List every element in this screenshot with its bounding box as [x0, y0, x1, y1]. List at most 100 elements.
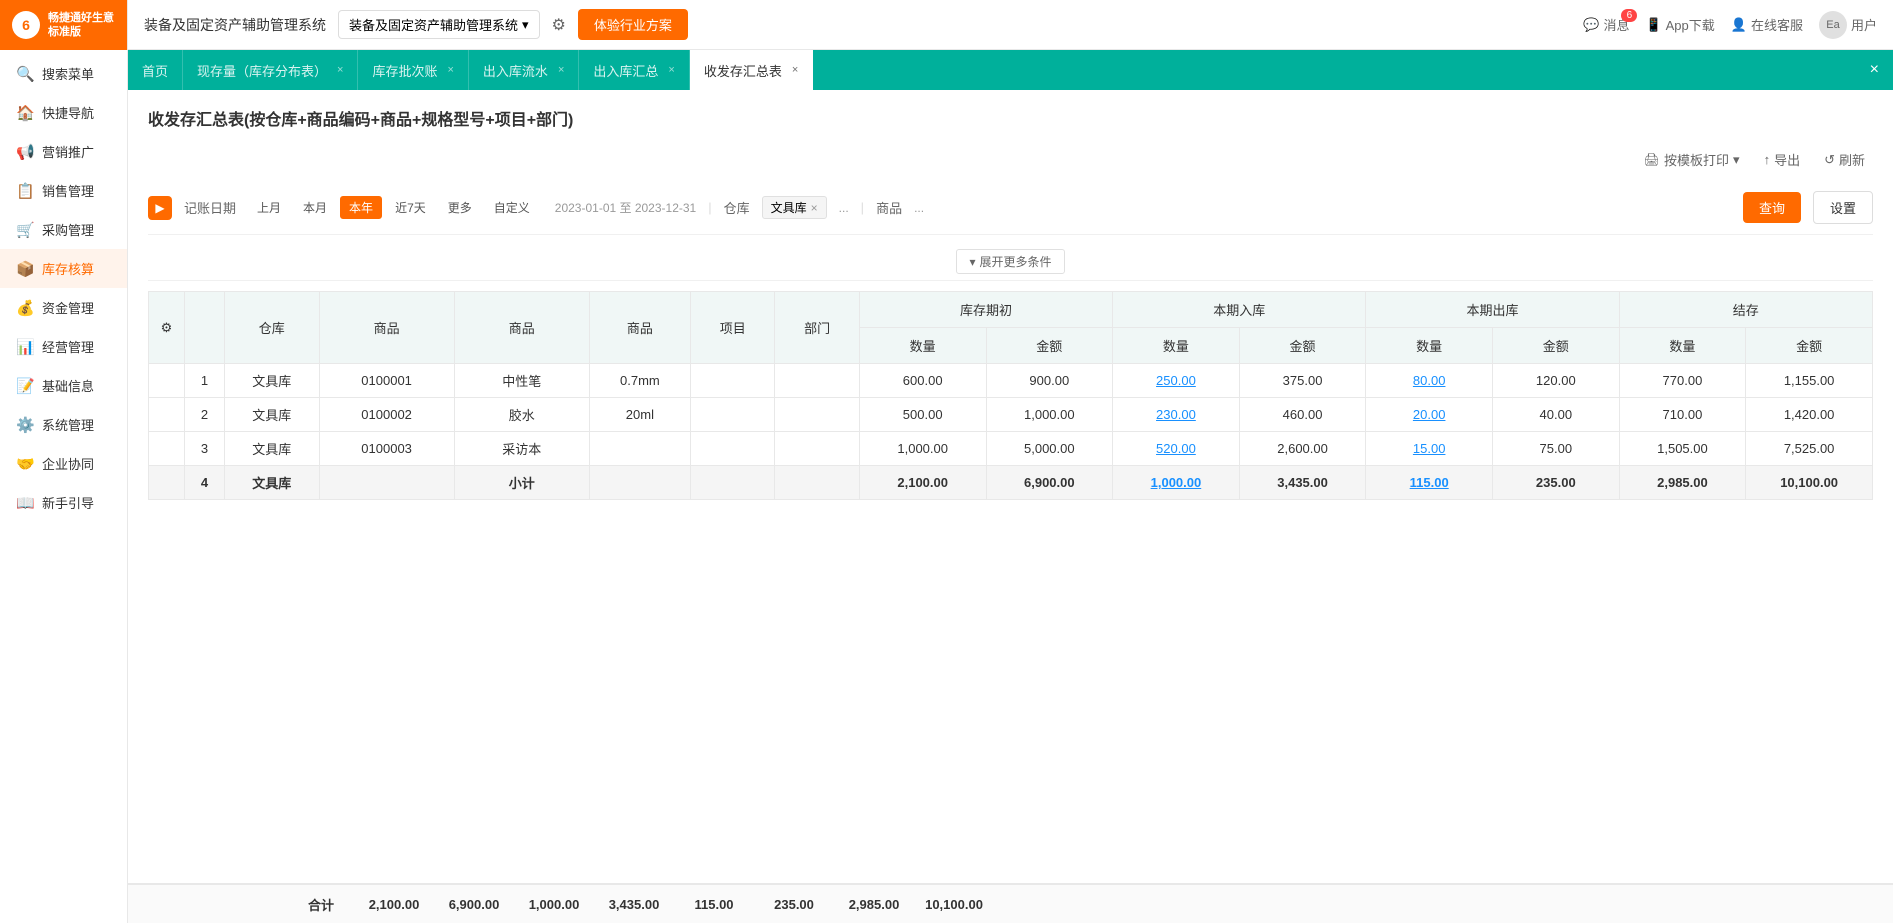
avatar: Ea — [1819, 11, 1847, 39]
cell-close-amt: 7,525.00 — [1746, 432, 1873, 466]
tab-close-flow[interactable]: × — [558, 64, 564, 76]
tab-close-batch[interactable]: × — [447, 64, 453, 76]
sidebar-item-finance[interactable]: 💰 资金管理 — [0, 288, 127, 327]
cell-out-qty: 80.00 — [1366, 364, 1493, 398]
cell-out-amt: 120.00 — [1493, 364, 1620, 398]
app-download-item[interactable]: 📱 App下载 — [1645, 15, 1714, 34]
sidebar-item-purchase[interactable]: 🛒 采购管理 — [0, 210, 127, 249]
sidebar-item-sales[interactable]: 📋 销售管理 — [0, 171, 127, 210]
tab-close-inventory[interactable]: × — [337, 64, 343, 76]
chevron-down-icon: ▾ — [522, 17, 529, 33]
sidebar-item-basic[interactable]: 📝 基础信息 — [0, 366, 127, 405]
filter-expand-arrow[interactable]: ▶ — [148, 196, 172, 220]
cell-name: 中性笔 — [454, 364, 589, 398]
tab-label-inventory: 现存量（库存分布表） — [197, 61, 327, 80]
online-service-item[interactable]: 👤 在线客服 — [1731, 15, 1803, 34]
cell-warehouse: 文具库 — [225, 466, 320, 500]
cell-close-qty: 710.00 — [1619, 398, 1746, 432]
tab-label-summary: 出入库汇总 — [593, 61, 658, 80]
user-item[interactable]: Ea 用户 — [1819, 11, 1877, 39]
search-icon: 🔍 — [16, 65, 34, 83]
tabbar-close-all[interactable]: × — [1856, 61, 1893, 79]
tab-inventory[interactable]: 现存量（库存分布表） × — [183, 50, 358, 90]
system-icon: ⚙️ — [16, 416, 34, 434]
sidebar-item-marketing[interactable]: 📢 营销推广 — [0, 132, 127, 171]
cell-spec — [589, 432, 690, 466]
cell-open-qty: 1,000.00 — [859, 432, 986, 466]
print-button[interactable]: 🖨 按模板打印 ▾ — [1636, 146, 1748, 173]
sidebar-item-operation[interactable]: 📊 经营管理 — [0, 327, 127, 366]
footer-out-amt: 235.00 — [754, 897, 834, 912]
sidebar-item-quick[interactable]: 🏠 快捷导航 — [0, 93, 127, 132]
sidebar-item-system[interactable]: ⚙️ 系统管理 — [0, 405, 127, 444]
system-selector[interactable]: 装备及固定资产辅助管理系统 ▾ — [338, 10, 540, 39]
warehouse-remove-icon[interactable]: × — [811, 201, 818, 215]
try-button[interactable]: 体验行业方案 — [578, 9, 688, 40]
cell-code: 0100002 — [319, 398, 454, 432]
tab-close-collect[interactable]: × — [792, 64, 798, 76]
th-opening: 库存期初 — [859, 292, 1112, 328]
cell-dept — [775, 364, 859, 398]
cell-warehouse: 文具库 — [225, 364, 320, 398]
goods-more[interactable]: ... — [914, 201, 924, 215]
footer-cells: 2,100.00 6,900.00 1,000.00 3,435.00 115.… — [354, 897, 994, 912]
sidebar-item-enterprise[interactable]: 🤝 企业协同 — [0, 444, 127, 483]
table-footer: 合计 2,100.00 6,900.00 1,000.00 3,435.00 1… — [128, 883, 1893, 923]
message-badge: 6 — [1621, 9, 1637, 22]
warehouse-more[interactable]: ... — [839, 201, 849, 215]
sidebar-item-search[interactable]: 🔍 搜索菜单 — [0, 54, 127, 93]
date-btn-上月[interactable]: 上月 — [248, 196, 290, 219]
tab-flow[interactable]: 出入库流水× — [469, 50, 579, 90]
data-table: ⚙ 仓库 商品 商品 商品 项目 部门 库存期初 本期入库 本期出库 结存 数量… — [148, 291, 1873, 500]
cell-in-qty: 520.00 — [1113, 432, 1240, 466]
date-btn-本年[interactable]: 本年 — [340, 196, 382, 219]
cell-name: 胶水 — [454, 398, 589, 432]
filter-settings-button[interactable]: 设置 — [1813, 191, 1873, 224]
tab-label-batch: 库存批次账 — [372, 61, 437, 80]
logo-text2: 标准版 — [48, 25, 114, 39]
gear-icon[interactable]: ⚙ — [552, 15, 566, 35]
expand-icon: ▾ — [969, 255, 975, 269]
expand-conditions-button[interactable]: ▾ 展开更多条件 — [956, 249, 1064, 274]
date-btn-自定义[interactable]: 自定义 — [485, 196, 539, 219]
cell-out-amt: 75.00 — [1493, 432, 1620, 466]
tab-close-summary[interactable]: × — [668, 64, 674, 76]
refresh-button[interactable]: ↺ 刷新 — [1816, 146, 1873, 173]
th-department: 部门 — [775, 292, 859, 364]
cell-project — [691, 364, 775, 398]
sidebar-item-guide[interactable]: 📖 新手引导 — [0, 483, 127, 522]
date-btn-本月[interactable]: 本月 — [294, 196, 336, 219]
th-open-qty: 数量 — [859, 328, 986, 364]
cell-open-qty: 600.00 — [859, 364, 986, 398]
guide-icon: 📖 — [16, 494, 34, 512]
cell-out-amt: 40.00 — [1493, 398, 1620, 432]
tab-batch[interactable]: 库存批次账 × — [358, 50, 468, 90]
query-button[interactable]: 查询 — [1743, 192, 1801, 223]
footer-open-amt: 6,900.00 — [434, 897, 514, 912]
footer-close-qty: 2,985.00 — [834, 897, 914, 912]
export-button[interactable]: ↑ 导出 — [1756, 146, 1809, 173]
cell-dept — [775, 466, 859, 500]
tab-summary[interactable]: 出入库汇总 × — [579, 50, 689, 90]
cell-out-amt: 235.00 — [1493, 466, 1620, 500]
cell-in-amt: 3,435.00 — [1239, 466, 1366, 500]
sidebar-item-inventory[interactable]: 📦 库存核算 — [0, 249, 127, 288]
date-btn-更多[interactable]: 更多 — [439, 196, 481, 219]
th-warehouse: 仓库 — [225, 292, 320, 364]
cell-project — [691, 466, 775, 500]
cell-no: 1 — [185, 364, 225, 398]
date-btn-近7天[interactable]: 近7天 — [386, 196, 435, 219]
cell-in-qty: 1,000.00 — [1113, 466, 1240, 500]
tab-home[interactable]: 首页 — [128, 50, 183, 90]
goods-label: 商品 — [876, 198, 902, 217]
message-item[interactable]: 💬 消息 6 — [1583, 15, 1629, 34]
footer-close-amt: 10,100.00 — [914, 897, 994, 912]
th-closing: 结存 — [1619, 292, 1872, 328]
print-icon: 🖨 — [1644, 152, 1661, 168]
cell-in-qty: 230.00 — [1113, 398, 1240, 432]
sidebar-label-quick: 快捷导航 — [42, 103, 94, 122]
tab-collect[interactable]: 收发存汇总表× — [690, 50, 813, 90]
cell-open-amt: 900.00 — [986, 364, 1113, 398]
warehouse-tag[interactable]: 文具库 × — [762, 196, 827, 219]
cell-in-amt: 375.00 — [1239, 364, 1366, 398]
